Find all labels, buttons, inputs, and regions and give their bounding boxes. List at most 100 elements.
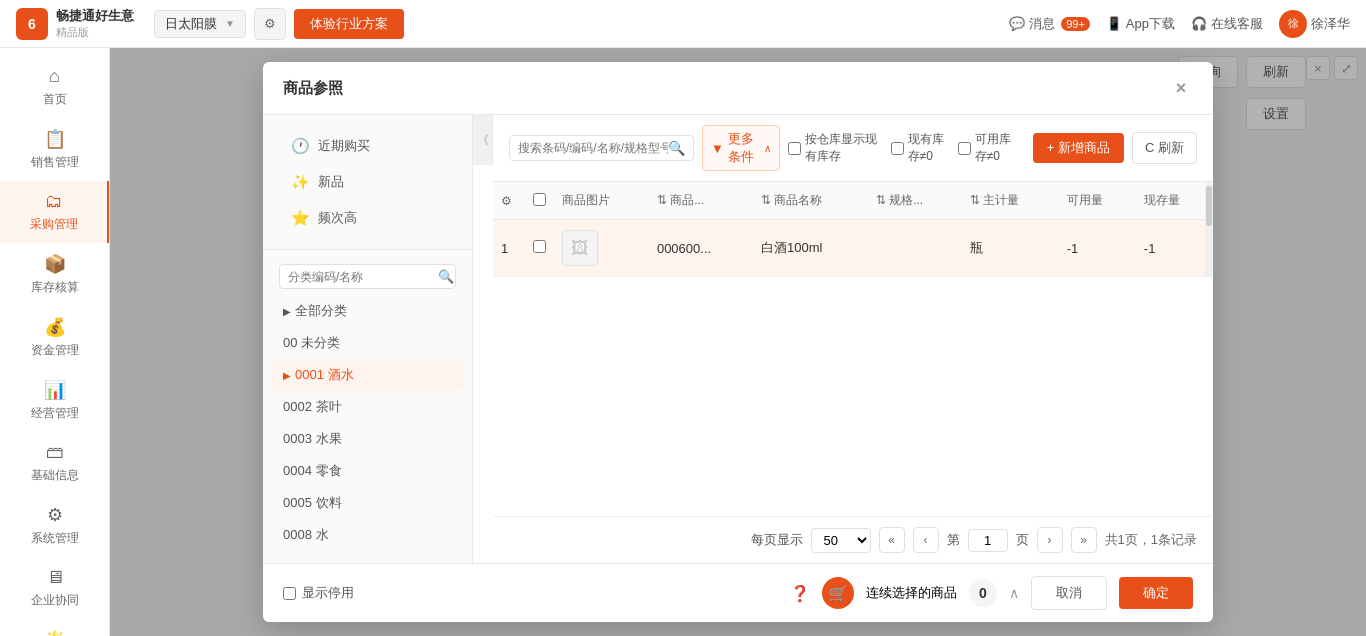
select-all-checkbox[interactable]	[533, 193, 546, 206]
sidebar-item-inventory[interactable]: 📦 库存核算	[0, 243, 109, 306]
message-icon: 💬	[1009, 16, 1025, 31]
modal-overlay: 商品参照 × 🕐 近期购买 ✨ 新	[110, 48, 1366, 636]
warehouse-stock-check[interactable]: 按仓库显示现有库存	[788, 131, 882, 165]
headset-icon: 🎧	[1191, 16, 1207, 31]
last-page-button[interactable]: »	[1071, 527, 1097, 553]
collapse-button[interactable]: 《	[473, 115, 493, 165]
col-gear: ⚙	[493, 182, 525, 220]
sidebar-item-purchase[interactable]: 🗂 采购管理	[0, 181, 109, 243]
category-search-input[interactable]	[288, 270, 438, 284]
table-header: ⚙ 商品图片	[493, 182, 1213, 220]
more-filters-button[interactable]: ▼ 更多条件 ∧	[702, 125, 780, 171]
table-body: 1 🖼 000600...	[493, 220, 1213, 277]
guide-icon: 🌟	[44, 629, 66, 636]
col-name[interactable]: ⇅ 商品名称	[753, 182, 868, 220]
sidebar-item-enterprise[interactable]: 🖥 企业协同	[0, 557, 109, 619]
col-name-sort-icon: ⇅	[761, 193, 771, 207]
available-stock-checkbox[interactable]	[958, 142, 971, 155]
app-download-item[interactable]: 📱 App下载	[1106, 15, 1175, 33]
table-scrollbar[interactable]	[1205, 182, 1213, 277]
user-item[interactable]: 徐 徐泽华	[1279, 10, 1350, 38]
product-search-icon[interactable]: 🔍	[668, 140, 685, 156]
product-lookup-dialog: 商品参照 × 🕐 近期购买 ✨ 新	[263, 62, 1213, 622]
available-stock-check[interactable]: 可用库存≠0	[958, 131, 1017, 165]
show-disabled-checkbox[interactable]	[283, 587, 296, 600]
logo-icon: 6	[16, 8, 48, 40]
gear-col-icon[interactable]: ⚙	[501, 194, 512, 208]
help-icon[interactable]: ❓	[790, 584, 810, 603]
product-search-input[interactable]	[518, 141, 668, 155]
sidebar-item-sales[interactable]: 📋 销售管理	[0, 118, 109, 181]
online-service-item[interactable]: 🎧 在线客服	[1191, 15, 1263, 33]
current-stock-check[interactable]: 现有库存≠0	[891, 131, 950, 165]
category-item-00[interactable]: 00 未分类	[271, 327, 464, 359]
gear-icon[interactable]: ⚙	[254, 8, 286, 40]
cell-image: 🖼	[554, 220, 649, 277]
nav-right: 💬 消息 99+ 📱 App下载 🎧 在线客服 徐 徐泽华	[1009, 10, 1350, 38]
table-row[interactable]: 1 🖼 000600...	[493, 220, 1213, 277]
sidebar-item-guide[interactable]: 🌟 新手引导	[0, 619, 109, 636]
category-item-0003[interactable]: 0003 水果	[271, 423, 464, 455]
cart-icon[interactable]: 🛒	[822, 577, 854, 609]
page-number-input[interactable]	[968, 529, 1008, 552]
sidebar-item-home[interactable]: ⌂ 首页	[0, 56, 109, 118]
add-product-button[interactable]: + 新增商品	[1033, 133, 1124, 163]
messages-nav-item[interactable]: 💬 消息 99+	[1009, 15, 1090, 33]
sales-icon: 📋	[44, 128, 66, 150]
left-nav-new[interactable]: ✨ 新品	[279, 165, 456, 199]
cancel-button[interactable]: 取消	[1031, 576, 1107, 610]
category-item-0005[interactable]: 0005 饮料	[271, 487, 464, 519]
left-nav-recent[interactable]: 🕐 近期购买	[279, 129, 456, 163]
category-item-0004[interactable]: 0004 零食	[271, 455, 464, 487]
col-available: 可用量	[1059, 182, 1136, 220]
category-item-0001[interactable]: ▶ 0001 酒水	[271, 359, 464, 391]
nav-dropdown[interactable]: 日太阳膜 ▼	[154, 10, 246, 38]
row-checkbox[interactable]	[533, 240, 546, 253]
show-disabled-label[interactable]: 显示停用	[283, 584, 354, 602]
main-layout: ⌂ 首页 📋 销售管理 🗂 采购管理 📦 库存核算 💰 资金管理 📊 经营管理 …	[0, 48, 1366, 636]
table-scroll[interactable]: ⚙ 商品图片	[493, 182, 1213, 277]
business-icon: 📊	[44, 379, 66, 401]
next-page-button[interactable]: ›	[1037, 527, 1063, 553]
prev-page-button[interactable]: ‹	[913, 527, 939, 553]
cell-code: 000600...	[649, 220, 753, 277]
category-list: ▶ 全部分类 00 未分类 ▶ 0001 酒水 0002 茶	[263, 295, 472, 553]
current-stock-checkbox[interactable]	[891, 142, 904, 155]
refresh-button[interactable]: C 刷新	[1132, 132, 1197, 164]
per-page-label: 每页显示	[751, 531, 803, 549]
divider	[263, 249, 472, 250]
col-code[interactable]: ⇅ 商品...	[649, 182, 753, 220]
col-spec[interactable]: ⇅ 规格...	[868, 182, 962, 220]
first-page-button[interactable]: «	[879, 527, 905, 553]
left-nav-frequent[interactable]: ⭐ 频次高	[279, 201, 456, 235]
triangle-icon: ▶	[283, 306, 291, 317]
confirm-button[interactable]: 确定	[1119, 577, 1193, 609]
pagination-area: 每页显示 50 100 200 « ‹ 第 页 ›	[493, 516, 1213, 563]
col-checkbox	[525, 182, 554, 220]
category-item-0008[interactable]: 0008 水	[271, 519, 464, 551]
logo-text: 畅捷通好生意 精品版	[56, 7, 134, 40]
finance-icon: 💰	[44, 316, 66, 338]
category-item-all[interactable]: ▶ 全部分类	[271, 295, 464, 327]
collapse-up-icon[interactable]: ∧	[1009, 585, 1019, 601]
category-search-icon[interactable]: 🔍	[438, 269, 454, 284]
content-area: 查询 刷新 设置 × ⤢ 商品参照 ×	[110, 48, 1366, 636]
dialog-header: 商品参照 ×	[263, 62, 1213, 115]
col-image: 商品图片	[554, 182, 649, 220]
category-item-0010[interactable]: 0010 家电	[271, 551, 464, 553]
sidebar-item-system[interactable]: ⚙ 系统管理	[0, 494, 109, 557]
warehouse-stock-checkbox[interactable]	[788, 142, 801, 155]
dialog-close-button[interactable]: ×	[1169, 76, 1193, 100]
category-item-0002[interactable]: 0002 茶叶	[271, 391, 464, 423]
messages-badge: 99+	[1061, 17, 1090, 31]
trial-button[interactable]: 体验行业方案	[294, 9, 404, 39]
filter-arrow-icon: ∧	[764, 143, 771, 154]
col-unit[interactable]: ⇅ 主计量	[962, 182, 1059, 220]
sidebar-item-basic[interactable]: 🗃 基础信息	[0, 432, 109, 494]
per-page-select[interactable]: 50 100 200	[811, 528, 871, 553]
sidebar-item-business[interactable]: 📊 经营管理	[0, 369, 109, 432]
sidebar-item-finance[interactable]: 💰 资金管理	[0, 306, 109, 369]
home-icon: ⌂	[49, 66, 60, 87]
cell-unit: 瓶	[962, 220, 1059, 277]
dialog-toolbar: 🔍 ▼ 更多条件 ∧ 按仓库显示现有库存	[493, 115, 1213, 182]
